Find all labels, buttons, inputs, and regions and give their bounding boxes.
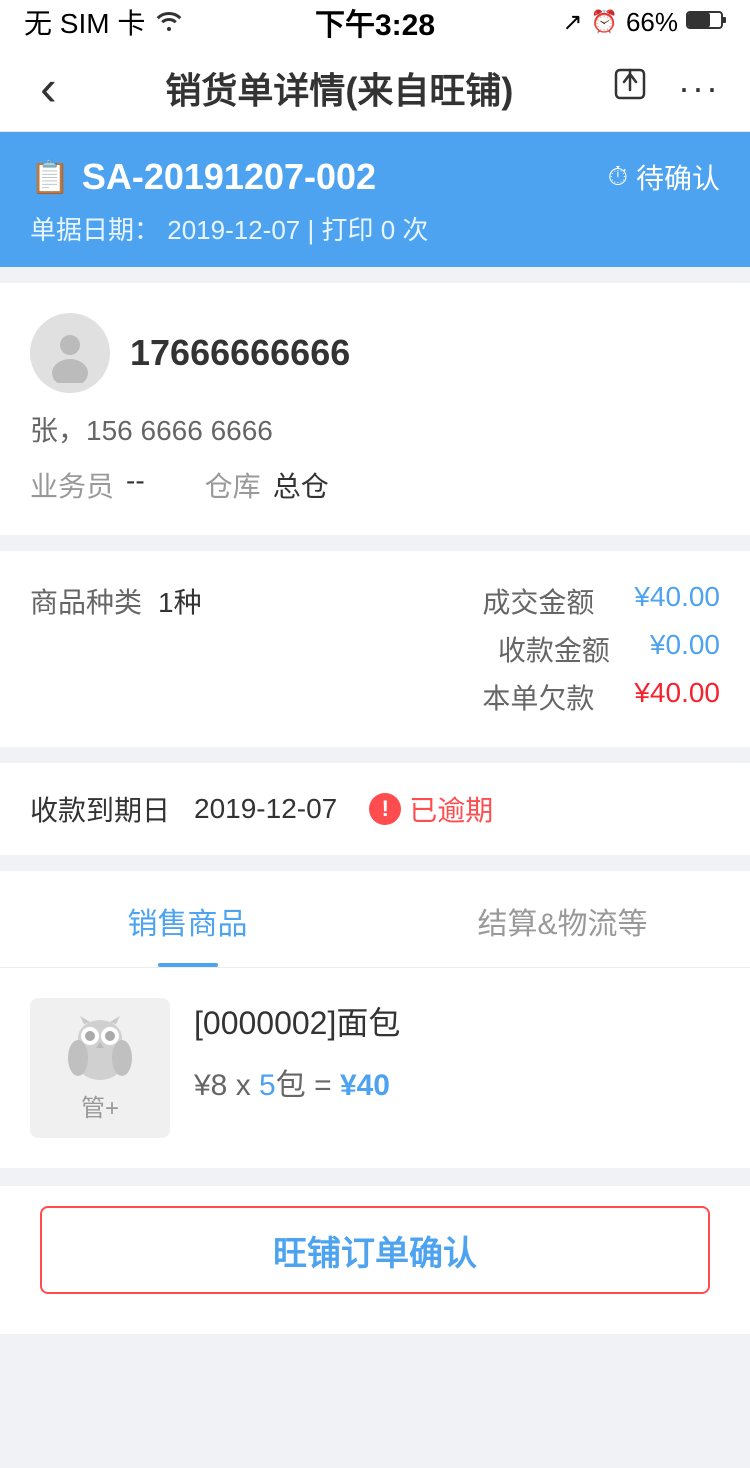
customer-info-row: 业务员 -- 仓库 总仓 [30, 465, 720, 505]
location-icon: ↗ [562, 8, 582, 37]
confirm-order-button[interactable]: 旺铺订单确认 [40, 1206, 710, 1294]
tab-products-label: 销售商品 [128, 908, 248, 941]
due-label: 本单欠款 [482, 677, 594, 717]
order-id: SA-20191207-002 [82, 156, 376, 198]
product-card: 管+ [0000002]面包 ¥8 x 5包 = ¥40 [0, 968, 750, 1168]
order-date: 2019-12-07 [167, 215, 300, 245]
status-bar: 无 SIM 卡 下午3:28 ↗ ⏰ 66% [0, 0, 750, 44]
due-amount: ¥40.00 [634, 677, 720, 717]
order-status-text: 待确认 [636, 157, 720, 197]
salesperson-info: 业务员 -- [30, 465, 145, 505]
wifi-icon [155, 6, 183, 38]
price-value: ¥8 x [194, 1069, 259, 1102]
received-amount-row: 收款金额 ¥0.00 [498, 629, 720, 669]
warehouse-label: 仓库 [205, 465, 261, 505]
qty-value: 5 [259, 1069, 276, 1102]
transaction-label: 成交金额 [482, 581, 594, 621]
tabs-bar: 销售商品 结算&物流等 [0, 871, 750, 968]
bottom-bar: 旺铺订单确认 [0, 1186, 750, 1334]
alarm-icon: ⏰ [591, 9, 618, 35]
payment-due-date: 2019-12-07 [194, 793, 337, 825]
print-label: 打印 [321, 215, 373, 245]
order-doc-icon: 📋 [30, 158, 70, 196]
date-separator: | [307, 215, 321, 245]
share-icon[interactable] [612, 66, 648, 110]
clock-icon: ⏱ [608, 161, 628, 193]
payment-due-section: 收款到期日 2019-12-07 ! 已逾期 [0, 763, 750, 855]
amounts-section: 成交金额 ¥40.00 收款金额 ¥0.00 本单欠款 ¥40.00 [482, 581, 720, 717]
overdue-text: 已逾期 [409, 789, 493, 829]
transaction-amount-row: 成交金额 ¥40.00 [482, 581, 720, 621]
nav-right-actions: ··· [612, 66, 720, 110]
product-info: [0000002]面包 ¥8 x 5包 = ¥40 [194, 998, 720, 1104]
unit-value: 包 = [276, 1069, 340, 1102]
product-price-formula: ¥8 x 5包 = ¥40 [194, 1060, 720, 1104]
warehouse-value: 总仓 [273, 465, 329, 505]
product-type-count: 1种 [158, 581, 202, 621]
battery-icon [686, 7, 726, 38]
order-header: 📋 SA-20191207-002 ⏱ 待确认 单据日期： 2019-12-07… [0, 132, 750, 267]
tab-products[interactable]: 销售商品 [0, 871, 375, 967]
status-left: 无 SIM 卡 [24, 2, 183, 42]
tab-settlement[interactable]: 结算&物流等 [375, 871, 750, 967]
customer-phone-row: 17666666666 [30, 313, 720, 393]
status-time: 下午3:28 [315, 0, 435, 44]
tab-settlement-label: 结算&物流等 [477, 908, 647, 941]
product-type-label: 商品种类 [30, 581, 142, 621]
overdue-badge: ! 已逾期 [369, 789, 493, 829]
battery-text: 66% [626, 7, 678, 38]
nav-bar: ‹ 销货单详情(来自旺铺) ··· [0, 44, 750, 132]
product-logo: 管+ [60, 1014, 140, 1123]
print-unit: 次 [402, 215, 428, 245]
order-id-row: 📋 SA-20191207-002 ⏱ 待确认 [30, 156, 720, 198]
salesperson-label: 业务员 [30, 465, 114, 505]
total-value: ¥40 [340, 1069, 390, 1102]
summary-card: 商品种类 1种 成交金额 ¥40.00 收款金额 ¥0.00 本单欠款 ¥40.… [0, 551, 750, 747]
customer-avatar [30, 313, 110, 393]
date-label: 单据日期： [30, 215, 160, 245]
received-label: 收款金额 [498, 629, 610, 669]
customer-card: 17666666666 张，156 6666 6666 业务员 -- 仓库 总仓 [0, 283, 750, 535]
due-amount-row: 本单欠款 ¥40.00 [482, 677, 720, 717]
alert-icon: ! [369, 793, 401, 825]
no-sim-text: 无 SIM 卡 [24, 2, 145, 42]
transaction-amount: ¥40.00 [634, 581, 720, 621]
warehouse-info: 仓库 总仓 [205, 465, 329, 505]
salesperson-value: -- [126, 465, 145, 505]
status-right: ↗ ⏰ 66% [562, 7, 726, 38]
customer-phone-number: 17666666666 [130, 332, 350, 374]
order-id-section: 📋 SA-20191207-002 [30, 156, 376, 198]
product-image: 管+ [30, 998, 170, 1138]
product-type-section: 商品种类 1种 [30, 581, 202, 621]
back-button[interactable]: ‹ [30, 49, 67, 127]
received-amount: ¥0.00 [650, 629, 720, 669]
product-name: [0000002]面包 [194, 998, 720, 1044]
order-date-row: 单据日期： 2019-12-07 | 打印 0 次 [30, 210, 720, 247]
page-title: 销货单详情(来自旺铺) [165, 62, 513, 114]
print-count: 0 [381, 215, 395, 245]
summary-main-row: 商品种类 1种 成交金额 ¥40.00 收款金额 ¥0.00 本单欠款 ¥40.… [30, 581, 720, 717]
order-status-section: ⏱ 待确认 [608, 157, 720, 197]
product-brand-text: 管+ [81, 1088, 119, 1123]
alert-symbol: ! [382, 796, 389, 822]
more-icon[interactable]: ··· [678, 67, 720, 109]
product-type-row: 商品种类 1种 [30, 581, 202, 621]
customer-name: 张，156 6666 6666 [30, 409, 720, 449]
payment-due-label: 收款到期日 [30, 789, 170, 829]
